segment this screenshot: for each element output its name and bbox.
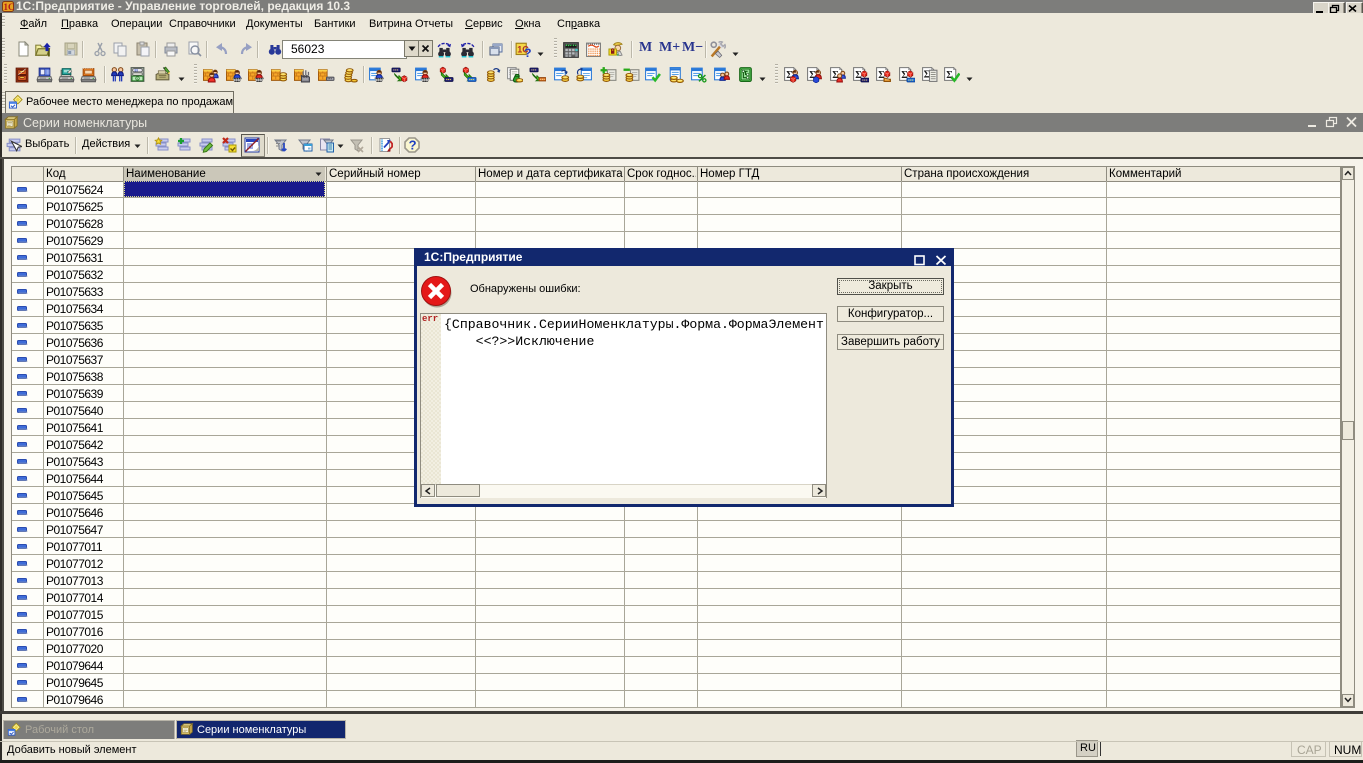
svg-text:1C: 1C <box>4 2 15 12</box>
svg-text:?: ? <box>409 138 417 153</box>
svg-text:?: ? <box>524 46 532 59</box>
svg-text:89: 89 <box>134 69 138 73</box>
